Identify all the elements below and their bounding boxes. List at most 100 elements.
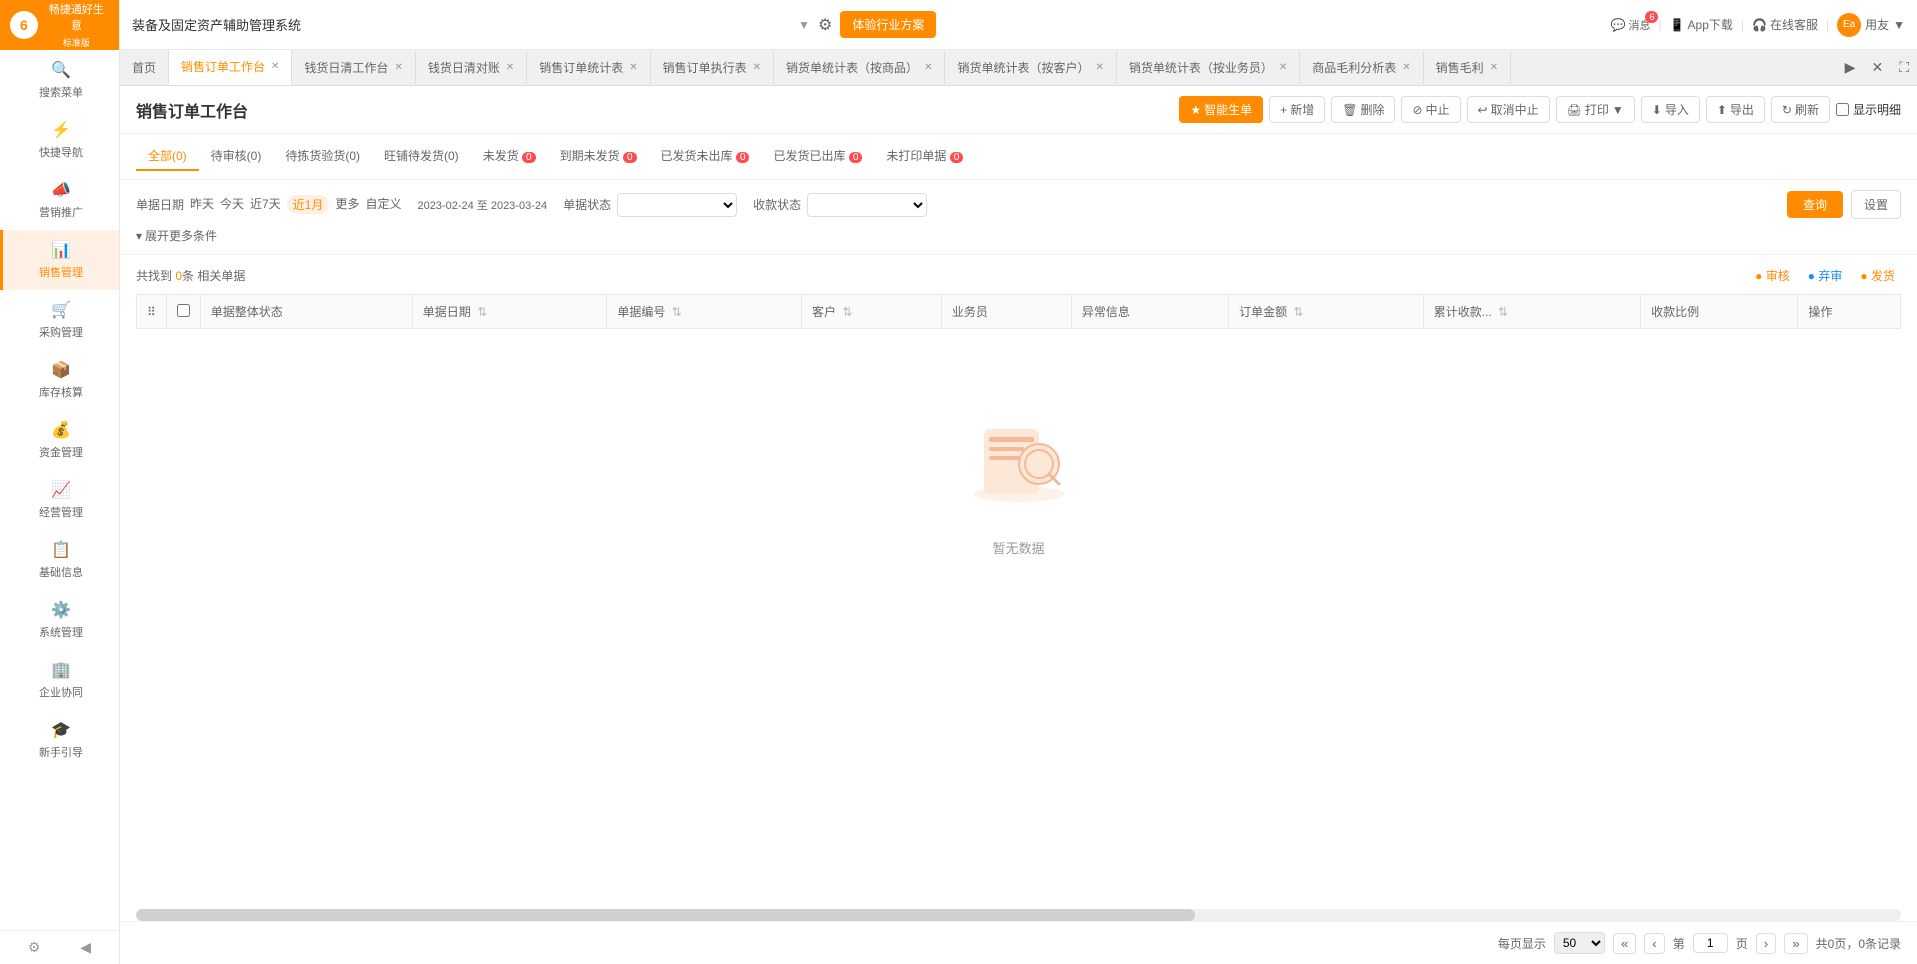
user-info[interactable]: Ea 用友 ▼ (1837, 13, 1905, 37)
message-btn[interactable]: 💬 💬 6 消息 (1611, 17, 1651, 33)
select-all-checkbox[interactable] (177, 304, 190, 317)
pagination: 每页显示 50 10 20 100 « ‹ 第 页 › » 共0页，0条记录 (120, 921, 1917, 964)
close-icon[interactable]: ✕ (394, 62, 402, 73)
amount-col-header[interactable]: 订单金额 ⇅ (1229, 295, 1424, 329)
export-btn[interactable]: ⬆ 导出 (1706, 96, 1765, 123)
next-page-btn[interactable]: › (1756, 933, 1776, 954)
cancel-stop-btn[interactable]: ↩ 取消中止 (1467, 96, 1550, 123)
review-btn[interactable]: ● 审核 (1749, 265, 1796, 286)
import-btn[interactable]: ⬇ 导入 (1641, 96, 1700, 123)
sidebar-item-marketing[interactable]: 📣 营销推广 (0, 170, 119, 230)
tab-close-all-btn[interactable]: ✕ (1863, 55, 1891, 80)
show-detail-checkbox[interactable] (1836, 103, 1849, 116)
close-icon[interactable]: ✕ (1402, 62, 1410, 73)
close-icon[interactable]: ✕ (1490, 62, 1498, 73)
sub-tab-not-shipped[interactable]: 未发货 0 (471, 142, 548, 171)
table-area: 共找到 0条 相关单据 ● 审核 ● 弃审 ● 发货 (120, 255, 1917, 909)
ship-dot: ● (1860, 269, 1871, 283)
number-col-header[interactable]: 单据编号 ⇅ (607, 295, 802, 329)
customer-col-header[interactable]: 客户 ⇅ (801, 295, 941, 329)
last-page-btn[interactable]: » (1784, 933, 1807, 954)
sidebar-item-sales[interactable]: 📊 销售管理 (0, 230, 119, 290)
tab-product-margin[interactable]: 商品毛利分析表 ✕ (1300, 51, 1423, 84)
tab-home[interactable]: 首页 (120, 51, 169, 84)
industry-solution-btn[interactable]: 体验行业方案 (840, 11, 936, 38)
tab-sales-stats-product[interactable]: 销货单统计表（按商品） ✕ (774, 51, 945, 84)
payment-status-select[interactable] (807, 193, 927, 217)
tab-fullscreen-btn[interactable]: ⛶ (1891, 55, 1917, 80)
page-number-input[interactable] (1693, 933, 1728, 953)
checkbox-col-header[interactable] (166, 295, 200, 329)
sub-tab-shipped-in[interactable]: 已发货已出库 0 (761, 142, 874, 171)
sidebar-navigation: 🔍 搜索菜单 ⚡ 快捷导航 📣 营销推广 📊 销售管理 🛒 采购管理 📦 库存核… (0, 50, 119, 930)
close-icon[interactable]: ✕ (1279, 62, 1287, 73)
date-more[interactable]: 更多 (335, 195, 359, 214)
app-download-btn[interactable]: 📱 App下载 (1670, 16, 1733, 33)
close-icon[interactable]: ✕ (924, 62, 932, 73)
sidebar-item-inventory[interactable]: 📦 库存核算 (0, 350, 119, 410)
sub-tab-not-printed[interactable]: 未打印单据 0 (874, 142, 975, 171)
sub-tab-all[interactable]: 全部(0) (136, 142, 199, 171)
close-icon[interactable]: ✕ (753, 62, 761, 73)
close-icon[interactable]: ✕ (1095, 62, 1103, 73)
sub-tab-pending-review[interactable]: 待审核(0) (199, 142, 274, 171)
date-1month[interactable]: 近1月 (287, 195, 330, 214)
user-dropdown-icon: ▼ (1893, 18, 1905, 32)
print-btn[interactable]: 🖨 打印 ▼ (1556, 96, 1635, 123)
tab-cash-daily[interactable]: 钱货日清工作台 ✕ (292, 51, 415, 84)
close-icon[interactable]: ✕ (629, 62, 637, 73)
refresh-btn[interactable]: ↻ 刷新 (1771, 96, 1830, 123)
sidebar-item-finance[interactable]: 💰 资金管理 (0, 410, 119, 470)
doc-status-select[interactable] (617, 193, 737, 217)
collected-col-header[interactable]: 累计收款... ⇅ (1423, 295, 1640, 329)
avatar: Ea (1837, 13, 1861, 37)
expand-filter-btn[interactable]: ▾ 展开更多条件 (136, 227, 1901, 244)
sidebar-collapse-btn[interactable]: ◀ (80, 939, 91, 956)
sidebar-item-base-info[interactable]: 📋 基础信息 (0, 530, 119, 590)
close-icon[interactable]: ✕ (271, 61, 279, 72)
ship-btn[interactable]: ● 发货 (1854, 265, 1901, 286)
tab-cash-reconcile[interactable]: 钱货日清对账 ✕ (416, 51, 527, 84)
unreviewed-btn[interactable]: ● 弃审 (1802, 265, 1849, 286)
date-7days[interactable]: 近7天 (250, 195, 281, 214)
first-page-btn[interactable]: « (1613, 933, 1636, 954)
sub-tab-shipped-not-in[interactable]: 已发货未出库 0 (649, 142, 762, 171)
tab-sales-order-workbench[interactable]: 销售订单工作台 ✕ (169, 50, 292, 85)
header-settings-icon[interactable]: ⚙ (818, 15, 832, 35)
tab-sales-order-stats[interactable]: 销售订单统计表 ✕ (527, 51, 650, 84)
setting-btn[interactable]: 设置 (1851, 190, 1901, 219)
date-col-header[interactable]: 单据日期 ⇅ (412, 295, 607, 329)
prev-page-btn[interactable]: ‹ (1644, 933, 1664, 954)
sub-tab-wangpu-pending[interactable]: 旺铺待发货(0) (372, 142, 471, 171)
sidebar-item-quick-nav[interactable]: ⚡ 快捷导航 (0, 110, 119, 170)
date-yesterday[interactable]: 昨天 (190, 195, 214, 214)
sidebar-item-operations[interactable]: 📈 经营管理 (0, 470, 119, 530)
horizontal-scrollbar[interactable] (136, 909, 1901, 921)
tab-sales-stats-staff[interactable]: 销货单统计表（按业务员） ✕ (1117, 51, 1300, 84)
scrollbar-thumb[interactable] (136, 909, 1195, 921)
sidebar-item-guide[interactable]: 🎓 新手引导 (0, 710, 119, 770)
smart-create-btn[interactable]: ★ 智能生单 (1179, 96, 1263, 123)
page-size-select[interactable]: 50 10 20 100 (1554, 932, 1605, 954)
sub-tab-expired-not-shipped[interactable]: 到期未发货 0 (548, 142, 649, 171)
delete-btn[interactable]: 🗑 删除 (1331, 96, 1395, 123)
import-icon: ⬇ (1652, 103, 1662, 117)
date-today[interactable]: 今天 (220, 195, 244, 214)
tab-sales-stats-customer[interactable]: 销货单统计表（按客户） ✕ (945, 51, 1116, 84)
sidebar-item-enterprise[interactable]: 🏢 企业协同 (0, 650, 119, 710)
sub-tab-pending-inspection[interactable]: 待拣货验货(0) (273, 142, 372, 171)
close-icon[interactable]: ✕ (506, 62, 514, 73)
add-btn[interactable]: + 新增 (1269, 96, 1325, 123)
query-btn[interactable]: 查询 (1787, 191, 1843, 218)
sidebar-settings-btn[interactable]: ⚙ (28, 939, 41, 956)
stop-btn[interactable]: ⊘ 中止 (1401, 96, 1460, 123)
sidebar-item-search[interactable]: 🔍 搜索菜单 (0, 50, 119, 110)
sidebar-item-purchase[interactable]: 🛒 采购管理 (0, 290, 119, 350)
show-detail-checkbox-container[interactable]: 显示明细 (1836, 101, 1901, 118)
date-custom[interactable]: 自定义 (365, 195, 401, 214)
tab-sales-profit[interactable]: 销售毛利 ✕ (1424, 51, 1511, 84)
sidebar-item-system[interactable]: ⚙️ 系统管理 (0, 590, 119, 650)
tab-more-btn[interactable]: ▶ (1837, 55, 1864, 80)
online-service-btn[interactable]: 🎧 在线客服 (1752, 16, 1818, 33)
tab-sales-order-exec[interactable]: 销售订单执行表 ✕ (651, 51, 774, 84)
